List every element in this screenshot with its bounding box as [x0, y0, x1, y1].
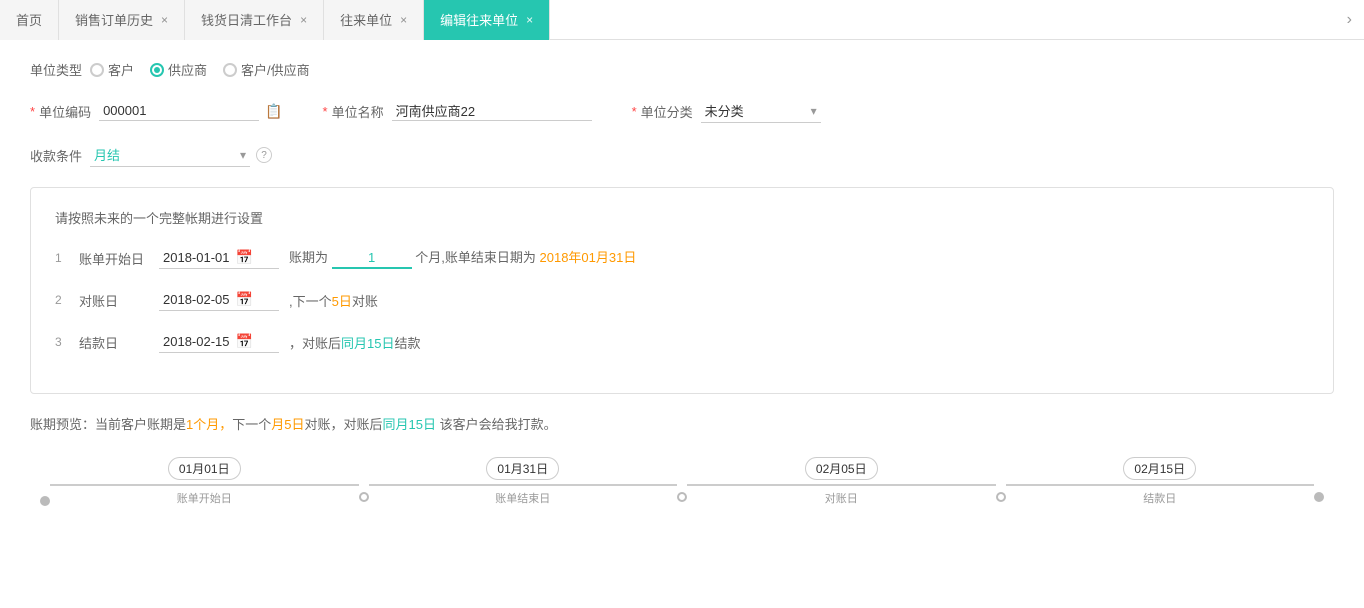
period-label-2: 对账日: [79, 291, 159, 310]
timeline-end-dot: [1314, 492, 1324, 502]
main-content: 单位类型 客户 供应商 客户/供应商 * 单位编码: [0, 40, 1364, 608]
period-date-3: 2018-02-15 📅: [159, 331, 279, 353]
unit-category-label: 单位分类: [641, 102, 693, 121]
timeline-container: 01月01日 账单开始日 01月31日 账单结束日: [30, 457, 1334, 506]
unit-type-field: 单位类型 客户 供应商 客户/供应商: [30, 60, 310, 79]
period-row-1: 1 账单开始日 2018-01-01 📅 账期为 个月,账单结束日期为 2018…: [55, 247, 1309, 269]
timeline-node-2: [677, 492, 687, 502]
timeline-node-1: [359, 492, 369, 502]
timeline-badge-3: 02月05日: [805, 457, 878, 480]
unit-category-field: * 单位分类 未分类 ▾: [632, 99, 821, 123]
timeline-badge-2: 01月31日: [486, 457, 559, 480]
payment-terms-field: 收款条件 月结 ▾ ?: [30, 143, 272, 167]
tab-edit-partner[interactable]: 编辑往来单位 ×: [424, 0, 550, 40]
period-row-3: 3 结款日 2018-02-15 📅 ，对账后同月15日结款: [55, 331, 1309, 353]
unit-code-field: * 单位编码 📋: [30, 101, 283, 121]
account-preview: 账期预览：当前客户账期是1个月，下一个月5日对账，对账后同月15日 该客户会给我…: [30, 414, 1334, 433]
tab-home[interactable]: 首页: [0, 0, 59, 40]
unit-name-input[interactable]: [392, 101, 592, 121]
unit-type-label: 单位类型: [30, 60, 82, 79]
close-edit-partner[interactable]: ×: [526, 13, 533, 27]
tab-expand-icon[interactable]: ›: [1335, 11, 1364, 29]
unit-code-copy-icon[interactable]: 📋: [265, 103, 282, 120]
timeline-label-3: 对账日: [825, 490, 858, 506]
tab-sales-history[interactable]: 销售订单历史 ×: [59, 0, 185, 40]
unit-category-value: 未分类: [705, 101, 807, 120]
period-cal-icon-1[interactable]: 📅: [236, 249, 253, 266]
period-note-1: 账期为 个月,账单结束日期为 2018年01月31日: [289, 247, 636, 269]
period-label-1: 账单开始日: [79, 249, 159, 268]
radio-supplier[interactable]: 供应商: [150, 60, 207, 79]
payment-terms-select[interactable]: 月结 ▾: [90, 143, 250, 167]
payment-terms-row: 收款条件 月结 ▾ ?: [30, 143, 1334, 167]
timeline-label-2: 账单结束日: [495, 490, 550, 506]
period-note-2: ,下一个5日对账: [289, 291, 378, 310]
payment-terms-value: 月结: [94, 145, 236, 164]
radio-circle-customer: [90, 63, 104, 77]
unit-code-required: *: [30, 104, 35, 119]
unit-category-required: *: [632, 104, 637, 119]
period-date-2: 2018-02-05 📅: [159, 289, 279, 311]
period-num-2: 2: [55, 293, 79, 307]
unit-type-row: 单位类型 客户 供应商 客户/供应商: [30, 60, 1334, 79]
period-label-3: 结款日: [79, 333, 159, 352]
close-sales-history[interactable]: ×: [161, 13, 168, 27]
timeline-start-dot: [40, 496, 50, 506]
category-dropdown-icon: ▾: [811, 104, 817, 118]
period-note-3: ，对账后同月15日结款: [289, 333, 421, 352]
payment-terms-dropdown-icon: ▾: [240, 148, 246, 162]
period-date-val-3: 2018-02-15: [163, 334, 230, 349]
radio-both[interactable]: 客户/供应商: [223, 60, 310, 79]
period-date-val-1: 2018-01-01: [163, 250, 230, 265]
period-date-1: 2018-01-01 📅: [159, 247, 279, 269]
tab-cashier-workbench[interactable]: 钱货日清工作台 ×: [185, 0, 324, 40]
period-date-end-highlight: 2018年01月31日: [540, 250, 637, 265]
radio-label-customer: 客户: [108, 60, 134, 79]
timeline-badge-4: 02月15日: [1123, 457, 1196, 480]
tab-partner-units[interactable]: 往来单位 ×: [324, 0, 424, 40]
period-cal-icon-3[interactable]: 📅: [236, 333, 253, 350]
payment-terms-label: 收款条件: [30, 146, 82, 165]
unit-code-label: 单位编码: [39, 102, 91, 121]
radio-label-supplier: 供应商: [168, 60, 207, 79]
radio-customer[interactable]: 客户: [90, 60, 134, 79]
close-partner-units[interactable]: ×: [400, 13, 407, 27]
unit-name-label: 单位名称: [332, 102, 384, 121]
period-num-3: 3: [55, 335, 79, 349]
month-input[interactable]: [332, 248, 412, 269]
timeline-label-1: 账单开始日: [177, 490, 232, 506]
period-row-2: 2 对账日 2018-02-05 📅 ,下一个5日对账: [55, 289, 1309, 311]
timeline-node-3: [996, 492, 1006, 502]
unit-name-required: *: [323, 104, 328, 119]
timeline-label-4: 结款日: [1143, 490, 1176, 506]
unit-details-row: * 单位编码 📋 * 单位名称 * 单位分类 未分类 ▾: [30, 99, 1334, 123]
tab-bar: 首页 销售订单历史 × 钱货日清工作台 × 往来单位 × 编辑往来单位 × ›: [0, 0, 1364, 40]
unit-code-input[interactable]: [99, 101, 259, 121]
unit-category-select[interactable]: 未分类 ▾: [701, 99, 821, 123]
period-num-1: 1: [55, 251, 79, 265]
period-date-val-2: 2018-02-05: [163, 292, 230, 307]
radio-circle-both: [223, 63, 237, 77]
period-settings-panel: 请按照未来的一个完整帐期进行设置 1 账单开始日 2018-01-01 📅 账期…: [30, 187, 1334, 394]
payment-terms-help-icon[interactable]: ?: [256, 147, 272, 163]
unit-name-field: * 单位名称: [323, 101, 592, 121]
timeline-badge-1: 01月01日: [168, 457, 241, 480]
radio-label-both: 客户/供应商: [241, 60, 310, 79]
close-cashier-workbench[interactable]: ×: [300, 13, 307, 27]
period-cal-icon-2[interactable]: 📅: [236, 291, 253, 308]
panel-instruction: 请按照未来的一个完整帐期进行设置: [55, 208, 1309, 227]
radio-circle-supplier: [150, 63, 164, 77]
unit-type-radio-group: 客户 供应商 客户/供应商: [90, 60, 310, 79]
